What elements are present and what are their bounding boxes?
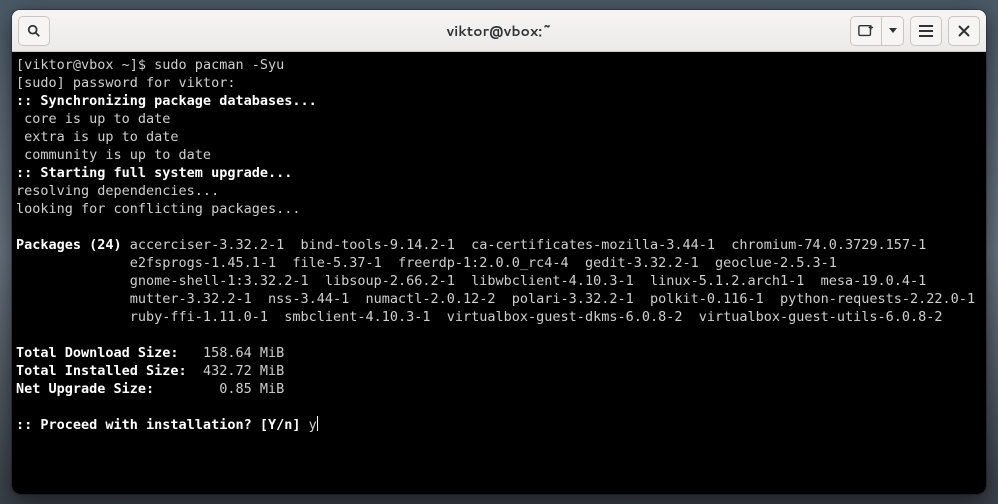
total-installed-value: 432.72 MiB xyxy=(203,363,284,379)
total-download-value: 158.64 MiB xyxy=(203,345,284,361)
net-upgrade-label: Net Upgrade Size: xyxy=(16,381,203,397)
total-installed-label: Total Installed Size: xyxy=(16,363,203,379)
resolve-line: looking for conflicting packages... xyxy=(16,201,300,217)
net-upgrade-value: 0.85 MiB xyxy=(203,381,284,397)
new-tab-icon xyxy=(858,24,874,38)
upgrade-header: :: Starting full system upgrade... xyxy=(16,165,292,181)
sync-line: core is up to date xyxy=(16,111,170,127)
command-text: sudo pacman -Syu xyxy=(154,57,284,73)
new-tab-group xyxy=(850,16,904,46)
packages-line: ruby-ffi-1.11.0-1 smbclient-4.10.3-1 vir… xyxy=(16,309,943,325)
search-icon xyxy=(27,24,41,38)
packages-label: Packages (24) xyxy=(16,237,130,253)
proceed-prompt: :: Proceed with installation? [Y/n] xyxy=(16,417,309,433)
packages-line: gnome-shell-1:3.32.2-1 libsoup-2.66.2-1 … xyxy=(16,273,926,289)
sync-line: extra is up to date xyxy=(16,129,179,145)
new-tab-button[interactable] xyxy=(850,16,882,46)
terminal-content[interactable]: [viktor@vbox ~]$ sudo pacman -Syu [sudo]… xyxy=(12,52,986,494)
close-icon xyxy=(958,25,970,37)
sync-line: community is up to date xyxy=(16,147,211,163)
chevron-down-icon xyxy=(889,28,897,34)
hamburger-icon xyxy=(919,25,933,37)
proceed-answer: y xyxy=(309,417,317,433)
resolve-line: resolving dependencies... xyxy=(16,183,219,199)
total-download-label: Total Download Size: xyxy=(16,345,203,361)
new-tab-menu-button[interactable] xyxy=(882,16,904,46)
prompt: [viktor@vbox ~]$ xyxy=(16,57,154,73)
hamburger-menu-button[interactable] xyxy=(910,16,942,46)
packages-line: e2fsprogs-1.45.1-1 file-5.37-1 freerdp-1… xyxy=(16,255,837,271)
window-title: viktor@vbox:~ xyxy=(446,21,551,41)
terminal-cursor xyxy=(317,416,318,431)
sync-header: :: Synchronizing package databases... xyxy=(16,93,317,109)
titlebar: viktor@vbox:~ xyxy=(12,10,986,52)
search-button[interactable] xyxy=(18,16,50,46)
close-button[interactable] xyxy=(948,16,980,46)
packages-line: mutter-3.32.2-1 nss-3.44-1 numactl-2.0.1… xyxy=(16,291,975,307)
sudo-line: [sudo] password for viktor: xyxy=(16,75,235,91)
terminal-window: viktor@vbox:~ xyxy=(12,10,986,494)
packages-line: accerciser-3.32.2-1 bind-tools-9.14.2-1 … xyxy=(130,237,927,253)
